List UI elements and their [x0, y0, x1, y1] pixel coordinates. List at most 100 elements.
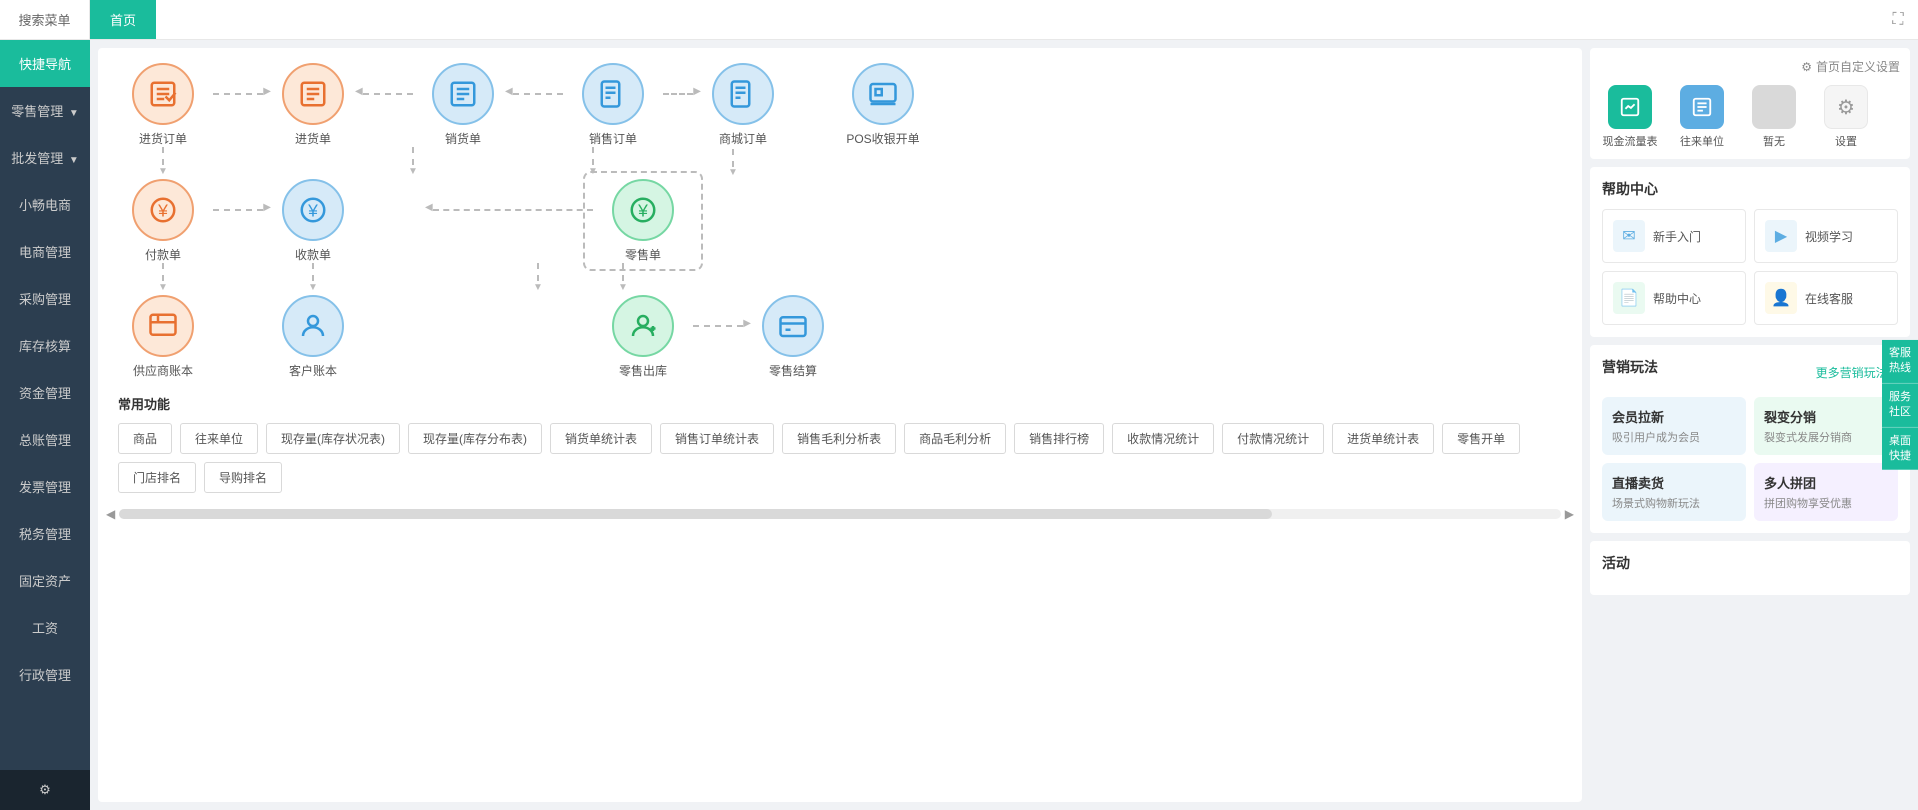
search-menu[interactable]: 搜索菜单	[0, 0, 90, 39]
quick-icon-settings[interactable]: ⚙ 设置	[1816, 85, 1876, 149]
sidebar-item-retail[interactable]: 零售管理 ▼	[0, 87, 90, 134]
sidebar-item-salary[interactable]: 工资	[0, 604, 90, 651]
customize-header[interactable]: ⚙ 首页自定义设置	[1600, 58, 1900, 75]
flow-connectors: ▼ ▼ ▼	[113, 147, 1567, 179]
partners-icon	[1680, 85, 1724, 129]
settings-box-icon: ⚙	[1824, 85, 1868, 129]
float-btn-community[interactable]: 服务社区	[1882, 384, 1918, 428]
node-pos[interactable]: POS收银开单	[833, 63, 933, 147]
quick-icon-grid: 现金流量表 往来单位 暂无 ⚙ 设置	[1600, 85, 1900, 149]
cashflow-icon	[1608, 85, 1652, 129]
node-pos-label: POS收银开单	[846, 130, 919, 147]
func-btn-sale-profit[interactable]: 销售毛利分析表	[782, 423, 896, 454]
help-icon-doc: 📄	[1613, 282, 1645, 314]
float-btn-desktop[interactable]: 桌面快捷	[1882, 427, 1918, 470]
node-purchase-order[interactable]: 进货订单	[113, 63, 213, 147]
func-btn-sale-stats[interactable]: 销货单统计表	[550, 423, 652, 454]
marketing-live-title: 直播卖货	[1612, 473, 1736, 492]
node-retail-settle-label: 零售结算	[769, 362, 817, 379]
help-item-service[interactable]: 👤 在线客服	[1754, 271, 1898, 325]
video-label: 视频学习	[1805, 228, 1853, 245]
settings-label: 设置	[1835, 133, 1857, 149]
node-sale-order[interactable]: 销售订单	[563, 63, 663, 147]
func-btn-goods-profit[interactable]: 商品毛利分析	[904, 423, 1006, 454]
sidebar-item-wholesale[interactable]: 批发管理 ▼	[0, 134, 90, 181]
help-item-video[interactable]: ▶ 视频学习	[1754, 209, 1898, 263]
marketing-header: 营销玩法 更多营销玩法 >	[1602, 357, 1898, 387]
sidebar-item-admin[interactable]: 行政管理	[0, 651, 90, 698]
sidebar-item-ledger[interactable]: 总账管理	[0, 416, 90, 463]
expand-icon[interactable]: ⛶	[1888, 10, 1908, 30]
node-retail-label: 零售单	[625, 246, 661, 263]
marketing-member-desc: 吸引用户成为会员	[1612, 429, 1736, 445]
sidebar-item-inventory[interactable]: 库存核算	[0, 322, 90, 369]
func-btn-stock-status[interactable]: 现存量(库存状况表)	[266, 423, 400, 454]
node-retail-settle-icon	[762, 295, 824, 357]
func-btn-retail-order[interactable]: 零售开单	[1442, 423, 1520, 454]
marketing-group[interactable]: 多人拼团 拼团购物享受优惠	[1754, 463, 1898, 521]
scroll-right-arrow[interactable]: ▶	[1565, 507, 1574, 521]
node-purchase[interactable]: 进货单	[263, 63, 363, 147]
quick-icon-none[interactable]: 暂无	[1744, 85, 1804, 149]
func-btn-sale-order-stats[interactable]: 销售订单统计表	[660, 423, 774, 454]
node-retail-out[interactable]: 零售出库	[593, 295, 693, 379]
sidebar-item-tax[interactable]: 税务管理	[0, 510, 90, 557]
sidebar-bottom: ⚙	[0, 770, 90, 810]
quick-icon-cashflow[interactable]: 现金流量表	[1600, 85, 1660, 149]
func-btn-stock-dist[interactable]: 现存量(库存分布表)	[408, 423, 542, 454]
tab-home[interactable]: 首页	[90, 0, 156, 39]
marketing-section: 营销玩法 更多营销玩法 > 会员拉新 吸引用户成为会员 裂变分销 裂变式发展分销…	[1590, 345, 1910, 533]
content-area: 进货订单 进货单	[90, 40, 1918, 810]
sidebar-item-invoice[interactable]: 发票管理	[0, 463, 90, 510]
sidebar-item-ecommerce[interactable]: 电商管理	[0, 228, 90, 275]
arrow-1	[213, 93, 263, 117]
scroll-thumb[interactable]	[119, 509, 1272, 519]
marketing-member[interactable]: 会员拉新 吸引用户成为会员	[1602, 397, 1746, 455]
node-payment[interactable]: ¥ 付款单	[113, 179, 213, 263]
sidebar-item-ecommerce-small[interactable]: 小畅电商	[0, 181, 90, 228]
node-pos-icon	[852, 63, 914, 125]
settings-icon: ⚙	[1801, 60, 1812, 74]
node-sale-order-icon	[582, 63, 644, 125]
sidebar-item-finance[interactable]: 资金管理	[0, 369, 90, 416]
func-btn-guide-rank[interactable]: 导购排名	[204, 462, 282, 493]
node-supplier[interactable]: 供应商账本	[113, 295, 213, 379]
float-btn-hotline[interactable]: 客服热线	[1882, 340, 1918, 384]
float-buttons: 客服热线 服务社区 桌面快捷	[1882, 340, 1918, 470]
node-retail[interactable]: ¥ 零售单	[593, 179, 693, 263]
node-purchase-order-label: 进货订单	[139, 130, 187, 147]
quick-icon-partners[interactable]: 往来单位	[1672, 85, 1732, 149]
sidebar-item-assets[interactable]: 固定资产	[0, 557, 90, 604]
node-sale[interactable]: 销货单	[413, 63, 513, 147]
help-item-beginner[interactable]: ✉ 新手入门	[1602, 209, 1746, 263]
help-item-help[interactable]: 📄 帮助中心	[1602, 271, 1746, 325]
sidebar-item-quick-nav[interactable]: 快捷导航	[0, 40, 90, 87]
marketing-live[interactable]: 直播卖货 场景式购物新玩法	[1602, 463, 1746, 521]
func-btn-store-rank[interactable]: 门店排名	[118, 462, 196, 493]
service-icon: 👤	[1765, 282, 1797, 314]
sidebar-item-purchase[interactable]: 采购管理	[0, 275, 90, 322]
help-title: 帮助中心	[1602, 179, 1898, 199]
node-purchase-icon	[282, 63, 344, 125]
node-sale-label: 销货单	[445, 130, 481, 147]
node-mall-order[interactable]: 商城订单	[693, 63, 793, 147]
node-customer[interactable]: 客户账本	[263, 295, 363, 379]
func-btn-purchase-stats[interactable]: 进货单统计表	[1332, 423, 1434, 454]
func-btn-receipt-stats[interactable]: 收款情况统计	[1112, 423, 1214, 454]
none-label: 暂无	[1763, 133, 1785, 149]
sidebar-settings[interactable]: ⚙	[0, 770, 90, 810]
scroll-left-arrow[interactable]: ◀	[106, 507, 115, 521]
func-btn-goods[interactable]: 商品	[118, 423, 172, 454]
marketing-fission[interactable]: 裂变分销 裂变式发展分销商	[1754, 397, 1898, 455]
func-btn-payment-stats[interactable]: 付款情况统计	[1222, 423, 1324, 454]
node-receipt[interactable]: ¥ 收款单	[263, 179, 363, 263]
node-retail-settle[interactable]: 零售结算	[743, 295, 843, 379]
node-receipt-label: 收款单	[295, 246, 331, 263]
func-btn-partners[interactable]: 往来单位	[180, 423, 258, 454]
func-btn-sale-rank[interactable]: 销售排行榜	[1014, 423, 1104, 454]
activity-title: 活动	[1602, 553, 1898, 573]
activity-section: 活动	[1590, 541, 1910, 595]
flow-row-3: 供应商账本 客户账本	[113, 295, 1567, 379]
scroll-track[interactable]	[119, 509, 1561, 519]
top-bar: 搜索菜单 首页 ⛶	[0, 0, 1918, 40]
